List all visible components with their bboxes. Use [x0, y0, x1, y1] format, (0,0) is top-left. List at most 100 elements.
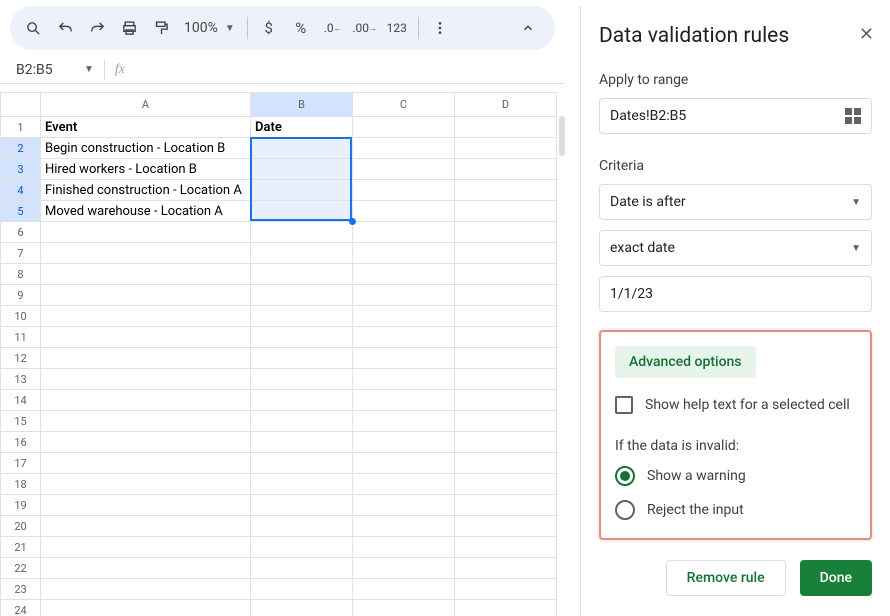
remove-rule-button[interactable]: Remove rule — [666, 560, 786, 596]
cell[interactable] — [353, 201, 455, 222]
reject-input-radio[interactable] — [615, 500, 635, 520]
cell[interactable]: Moved warehouse - Location A — [41, 201, 251, 222]
col-header-C[interactable]: C — [353, 93, 455, 117]
row-header[interactable]: 21 — [1, 537, 41, 558]
currency-icon[interactable]: $ — [254, 13, 284, 43]
row-header[interactable]: 20 — [1, 516, 41, 537]
cell[interactable]: Finished construction - Location A — [41, 180, 251, 201]
invalid-data-label: If the data is invalid: — [615, 438, 856, 454]
cell[interactable] — [455, 138, 557, 159]
cell[interactable] — [455, 159, 557, 180]
row-header[interactable]: 2 — [1, 138, 41, 159]
cell[interactable] — [455, 201, 557, 222]
scrollbar[interactable] — [559, 116, 565, 156]
advanced-options-button[interactable]: Advanced options — [615, 346, 756, 378]
cell[interactable] — [251, 138, 353, 159]
zoom-value: 100% — [184, 20, 218, 36]
print-icon[interactable] — [114, 13, 144, 43]
row-header[interactable]: 10 — [1, 306, 41, 327]
more-formats-icon[interactable]: 123 — [382, 13, 412, 43]
collapse-toolbar-icon[interactable] — [513, 13, 543, 43]
cell[interactable]: Begin construction - Location B — [41, 138, 251, 159]
row-header[interactable]: 13 — [1, 369, 41, 390]
row-header[interactable]: 9 — [1, 285, 41, 306]
reject-input-label: Reject the input — [647, 502, 744, 518]
criteria-subtype-select[interactable]: exact date ▼ — [599, 230, 872, 266]
range-input[interactable]: Dates!B2:B5 — [599, 98, 872, 134]
grid-icon[interactable] — [845, 108, 861, 124]
help-text-checkbox[interactable] — [615, 396, 633, 414]
apply-to-range-label: Apply to range — [599, 72, 872, 88]
col-header-B[interactable]: B — [251, 93, 353, 117]
more-icon[interactable] — [425, 13, 455, 43]
redo-icon[interactable] — [82, 13, 112, 43]
cell[interactable] — [251, 159, 353, 180]
row-header[interactable]: 14 — [1, 390, 41, 411]
row-header[interactable]: 18 — [1, 474, 41, 495]
date-input[interactable]: 1/1/23 — [599, 276, 872, 312]
row-header[interactable]: 12 — [1, 348, 41, 369]
chevron-down-icon[interactable]: ▼ — [84, 64, 94, 75]
col-header-A[interactable]: A — [41, 93, 251, 117]
paint-format-icon[interactable] — [146, 13, 176, 43]
cell[interactable] — [251, 201, 353, 222]
criteria-value: Date is after — [610, 194, 686, 210]
undo-icon[interactable] — [50, 13, 80, 43]
cell[interactable] — [353, 117, 455, 138]
separator — [104, 60, 105, 80]
row-header[interactable]: 17 — [1, 453, 41, 474]
row-header[interactable]: 8 — [1, 264, 41, 285]
zoom-select[interactable]: 100% ▼ — [178, 20, 241, 36]
criteria-type-select[interactable]: Date is after ▼ — [599, 184, 872, 220]
select-all-corner[interactable] — [1, 93, 41, 117]
cell[interactable]: Event — [41, 117, 251, 138]
percent-icon[interactable]: % — [286, 13, 316, 43]
data-validation-panel: Data validation rules ✕ Apply to range D… — [580, 6, 890, 616]
cell[interactable]: Date — [251, 117, 353, 138]
selection-handle[interactable] — [349, 218, 356, 225]
spreadsheet-grid[interactable]: A B C D 1EventDate 2Begin construction -… — [0, 92, 565, 616]
close-icon[interactable]: ✕ — [859, 24, 874, 45]
increase-decimal-icon[interactable]: .00→ — [350, 13, 380, 43]
advanced-options-section: Advanced options Show help text for a se… — [599, 330, 872, 540]
criteria-subvalue: exact date — [610, 240, 675, 256]
col-header-D[interactable]: D — [455, 93, 557, 117]
row-header[interactable]: 6 — [1, 222, 41, 243]
row-header[interactable]: 16 — [1, 432, 41, 453]
panel-title: Data validation rules — [599, 24, 872, 48]
row-header[interactable]: 19 — [1, 495, 41, 516]
cell[interactable] — [455, 180, 557, 201]
row-header[interactable]: 22 — [1, 558, 41, 579]
row-header[interactable]: 23 — [1, 579, 41, 600]
toolbar: 100% ▼ $ % .0← .00→ 123 — [10, 6, 555, 50]
cell[interactable]: Hired workers - Location B — [41, 159, 251, 180]
cell[interactable] — [353, 180, 455, 201]
row-header[interactable]: 4 — [1, 180, 41, 201]
row-header[interactable]: 5 — [1, 201, 41, 222]
row-header[interactable]: 7 — [1, 243, 41, 264]
row-header[interactable]: 3 — [1, 159, 41, 180]
search-icon[interactable] — [18, 13, 48, 43]
cell[interactable] — [353, 138, 455, 159]
decrease-decimal-icon[interactable]: .0← — [318, 13, 348, 43]
done-button[interactable]: Done — [800, 560, 872, 596]
date-value: 1/1/23 — [610, 286, 653, 302]
show-warning-radio[interactable] — [615, 466, 635, 486]
show-warning-label: Show a warning — [647, 468, 746, 484]
row-header[interactable]: 1 — [1, 117, 41, 138]
name-box[interactable]: B2:B5 — [16, 62, 80, 78]
row-header[interactable]: 24 — [1, 600, 41, 616]
range-value: Dates!B2:B5 — [610, 108, 686, 124]
chevron-down-icon: ▼ — [225, 23, 235, 34]
chevron-down-icon: ▼ — [851, 243, 861, 254]
criteria-label: Criteria — [599, 158, 872, 174]
cell[interactable] — [455, 117, 557, 138]
chevron-down-icon: ▼ — [851, 197, 861, 208]
row-header[interactable]: 15 — [1, 411, 41, 432]
separator — [418, 17, 419, 39]
cell[interactable] — [353, 159, 455, 180]
cell[interactable] — [251, 180, 353, 201]
separator — [247, 17, 248, 39]
row-header[interactable]: 11 — [1, 327, 41, 348]
help-text-label: Show help text for a selected cell — [645, 397, 850, 413]
